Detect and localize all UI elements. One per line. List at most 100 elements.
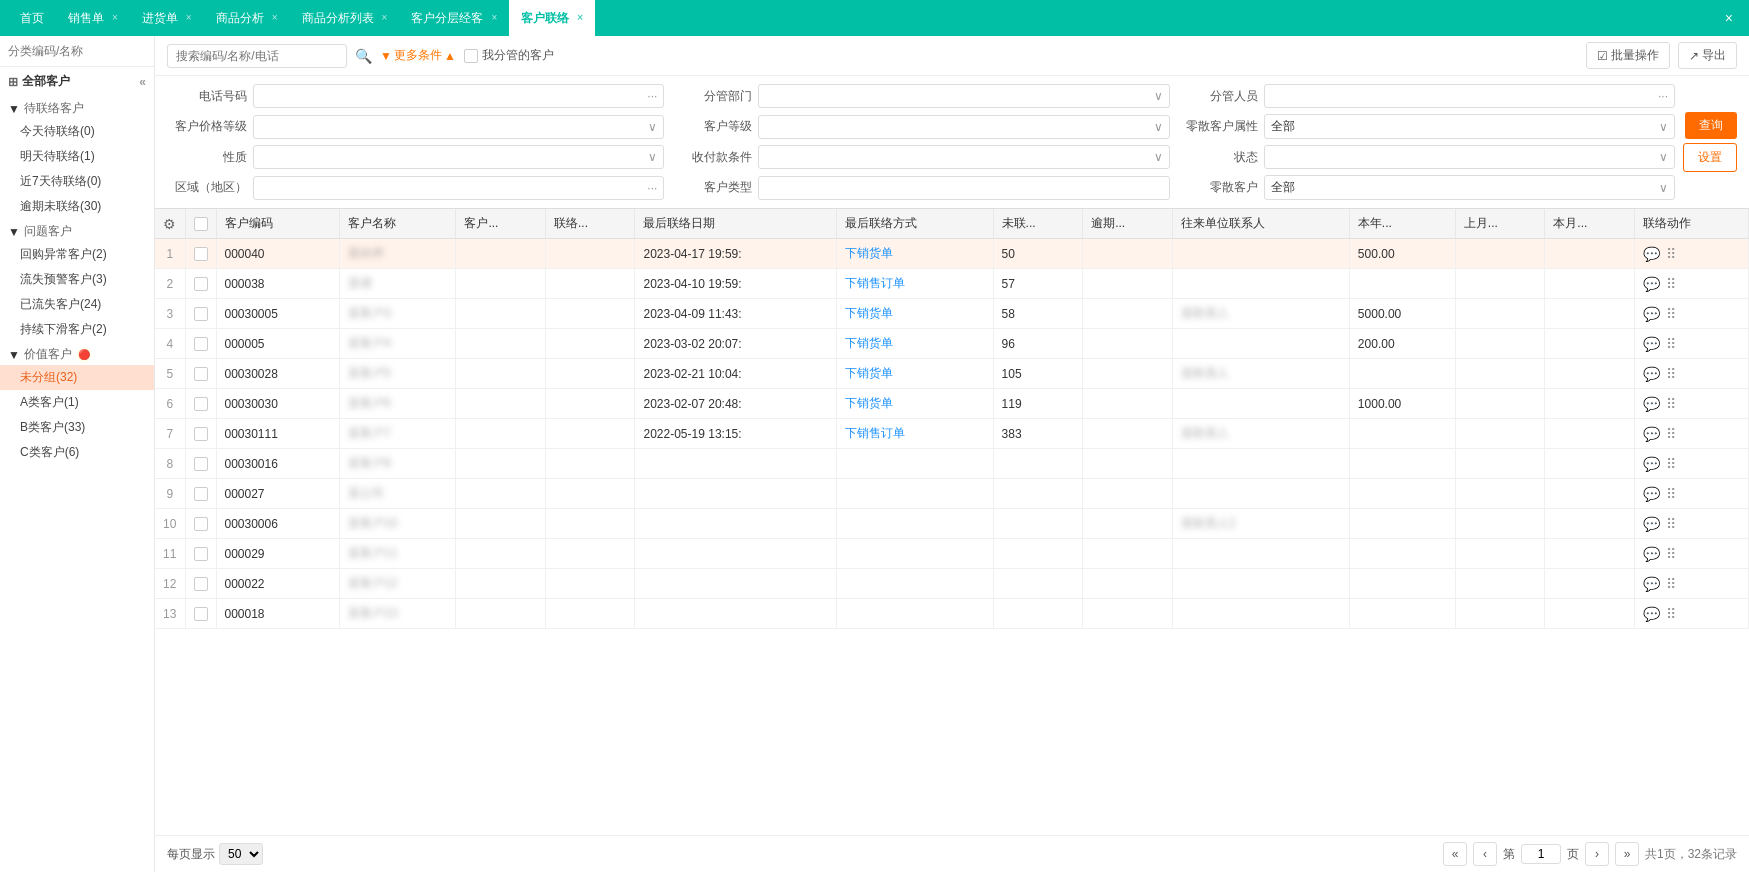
row-last-method[interactable]: 下销货单 bbox=[837, 299, 993, 329]
row-check[interactable] bbox=[194, 307, 208, 321]
batch-operation-btn[interactable]: ☑ 批量操作 bbox=[1586, 42, 1670, 69]
sidebar-item-churn-warn[interactable]: 流失预警客户(3) bbox=[0, 267, 154, 292]
all-customers-header[interactable]: ⊞ 全部客户 « bbox=[0, 67, 154, 96]
row-checkbox[interactable] bbox=[185, 539, 216, 569]
sidebar-item-declining[interactable]: 持续下滑客户(2) bbox=[0, 317, 154, 342]
contact-icon[interactable]: 💬 bbox=[1643, 546, 1660, 562]
row-checkbox[interactable] bbox=[185, 479, 216, 509]
close-tab-product-list[interactable]: × bbox=[382, 0, 388, 36]
contact-icon[interactable]: 💬 bbox=[1643, 396, 1660, 412]
sidebar-item-class-c[interactable]: C类客户(6) bbox=[0, 440, 154, 465]
row-checkbox[interactable] bbox=[185, 299, 216, 329]
row-last-method[interactable] bbox=[837, 509, 993, 539]
row-check[interactable] bbox=[194, 337, 208, 351]
col-settings[interactable]: ⚙ bbox=[155, 209, 185, 239]
select-all-checkbox[interactable] bbox=[194, 217, 208, 231]
row-checkbox[interactable] bbox=[185, 389, 216, 419]
more-icon[interactable]: ⠿ bbox=[1666, 396, 1676, 412]
row-checkbox[interactable] bbox=[185, 419, 216, 449]
contact-icon[interactable]: 💬 bbox=[1643, 336, 1660, 352]
per-page-select[interactable]: 50 bbox=[219, 843, 263, 865]
row-checkbox[interactable] bbox=[185, 569, 216, 599]
more-icon[interactable]: ⠿ bbox=[1666, 426, 1676, 442]
close-tab-customer-segment[interactable]: × bbox=[491, 0, 497, 36]
contact-icon[interactable]: 💬 bbox=[1643, 246, 1660, 262]
phone-input[interactable]: ··· bbox=[253, 84, 664, 108]
contact-icon[interactable]: 💬 bbox=[1643, 306, 1660, 322]
sidebar-item-overdue-pending[interactable]: 逾期未联络(30) bbox=[0, 194, 154, 219]
more-icon[interactable]: ⠿ bbox=[1666, 546, 1676, 562]
export-btn[interactable]: ↗ 导出 bbox=[1678, 42, 1737, 69]
row-last-method[interactable]: 下销货单 bbox=[837, 359, 993, 389]
last-page-btn[interactable]: » bbox=[1615, 842, 1639, 866]
close-app-btn[interactable]: × bbox=[1717, 10, 1741, 26]
retail-attr-input[interactable]: 全部∨ bbox=[1264, 114, 1675, 139]
row-last-method[interactable] bbox=[837, 539, 993, 569]
home-tab[interactable]: 首页 bbox=[8, 0, 56, 36]
price-level-input[interactable]: ∨ bbox=[253, 115, 664, 139]
sidebar-item-class-b[interactable]: B类客户(33) bbox=[0, 415, 154, 440]
row-last-method[interactable]: 下销货单 bbox=[837, 389, 993, 419]
payment-input[interactable]: ∨ bbox=[758, 145, 1169, 169]
row-check[interactable] bbox=[194, 607, 208, 621]
row-checkbox[interactable] bbox=[185, 599, 216, 629]
reset-btn[interactable]: 设置 bbox=[1683, 143, 1737, 172]
next-page-btn[interactable]: › bbox=[1585, 842, 1609, 866]
row-check[interactable] bbox=[194, 517, 208, 531]
contact-icon[interactable]: 💬 bbox=[1643, 426, 1660, 442]
row-checkbox[interactable] bbox=[185, 509, 216, 539]
contact-icon[interactable]: 💬 bbox=[1643, 606, 1660, 622]
problem-group-label[interactable]: ▼ 问题客户 bbox=[0, 219, 154, 242]
tab-customer-contact[interactable]: 客户联络 × bbox=[509, 0, 595, 36]
row-last-method[interactable]: 下销售订单 bbox=[837, 269, 993, 299]
sidebar-item-churned[interactable]: 已流失客户(24) bbox=[0, 292, 154, 317]
first-page-btn[interactable]: « bbox=[1443, 842, 1467, 866]
row-check[interactable] bbox=[194, 577, 208, 591]
more-icon[interactable]: ⠿ bbox=[1666, 276, 1676, 292]
pending-group-label[interactable]: ▼ 待联络客户 bbox=[0, 96, 154, 119]
settings-icon[interactable]: ⚙ bbox=[163, 216, 176, 232]
sidebar-item-class-a[interactable]: A类客户(1) bbox=[0, 390, 154, 415]
row-checkbox[interactable] bbox=[185, 269, 216, 299]
query-btn[interactable]: 查询 bbox=[1685, 112, 1737, 139]
sidebar-search-input[interactable] bbox=[8, 44, 155, 58]
prev-page-btn[interactable]: ‹ bbox=[1473, 842, 1497, 866]
row-last-method[interactable] bbox=[837, 599, 993, 629]
row-check[interactable] bbox=[194, 457, 208, 471]
status-input[interactable]: ∨ bbox=[1264, 145, 1675, 169]
more-icon[interactable]: ⠿ bbox=[1666, 606, 1676, 622]
dept-input[interactable]: ∨ bbox=[758, 84, 1169, 108]
row-last-method[interactable]: 下销货单 bbox=[837, 239, 993, 269]
row-check[interactable] bbox=[194, 487, 208, 501]
search-button[interactable]: 🔍 bbox=[355, 48, 372, 64]
row-check[interactable] bbox=[194, 247, 208, 261]
more-icon[interactable]: ⠿ bbox=[1666, 576, 1676, 592]
customer-level-input[interactable]: ∨ bbox=[758, 115, 1169, 139]
region-input[interactable]: ··· bbox=[253, 176, 664, 200]
tab-product-analysis[interactable]: 商品分析 × bbox=[204, 0, 290, 36]
more-icon[interactable]: ⠿ bbox=[1666, 516, 1676, 532]
sidebar-item-7day-pending[interactable]: 近7天待联络(0) bbox=[0, 169, 154, 194]
my-customers-checkbox[interactable] bbox=[464, 49, 478, 63]
more-icon[interactable]: ⠿ bbox=[1666, 366, 1676, 382]
row-last-method[interactable] bbox=[837, 569, 993, 599]
sidebar-item-today-pending[interactable]: 今天待联络(0) bbox=[0, 119, 154, 144]
tab-sales-order[interactable]: 销售单 × bbox=[56, 0, 130, 36]
close-tab-product-analysis[interactable]: × bbox=[272, 0, 278, 36]
customer-type-input[interactable] bbox=[758, 176, 1169, 200]
search-input[interactable] bbox=[167, 44, 347, 68]
close-tab-customer-contact[interactable]: × bbox=[577, 0, 583, 36]
more-icon[interactable]: ⠿ bbox=[1666, 486, 1676, 502]
row-last-method[interactable] bbox=[837, 479, 993, 509]
contact-icon[interactable]: 💬 bbox=[1643, 366, 1660, 382]
row-check[interactable] bbox=[194, 397, 208, 411]
sidebar-item-abnormal[interactable]: 回购异常客户(2) bbox=[0, 242, 154, 267]
retail-customer-input[interactable]: 全部∨ bbox=[1264, 175, 1675, 200]
more-icon[interactable]: ⠿ bbox=[1666, 306, 1676, 322]
nature-input[interactable]: ∨ bbox=[253, 145, 664, 169]
contact-icon[interactable]: 💬 bbox=[1643, 276, 1660, 292]
contact-icon[interactable]: 💬 bbox=[1643, 576, 1660, 592]
contact-icon[interactable]: 💬 bbox=[1643, 456, 1660, 472]
more-icon[interactable]: ⠿ bbox=[1666, 246, 1676, 262]
row-checkbox[interactable] bbox=[185, 359, 216, 389]
